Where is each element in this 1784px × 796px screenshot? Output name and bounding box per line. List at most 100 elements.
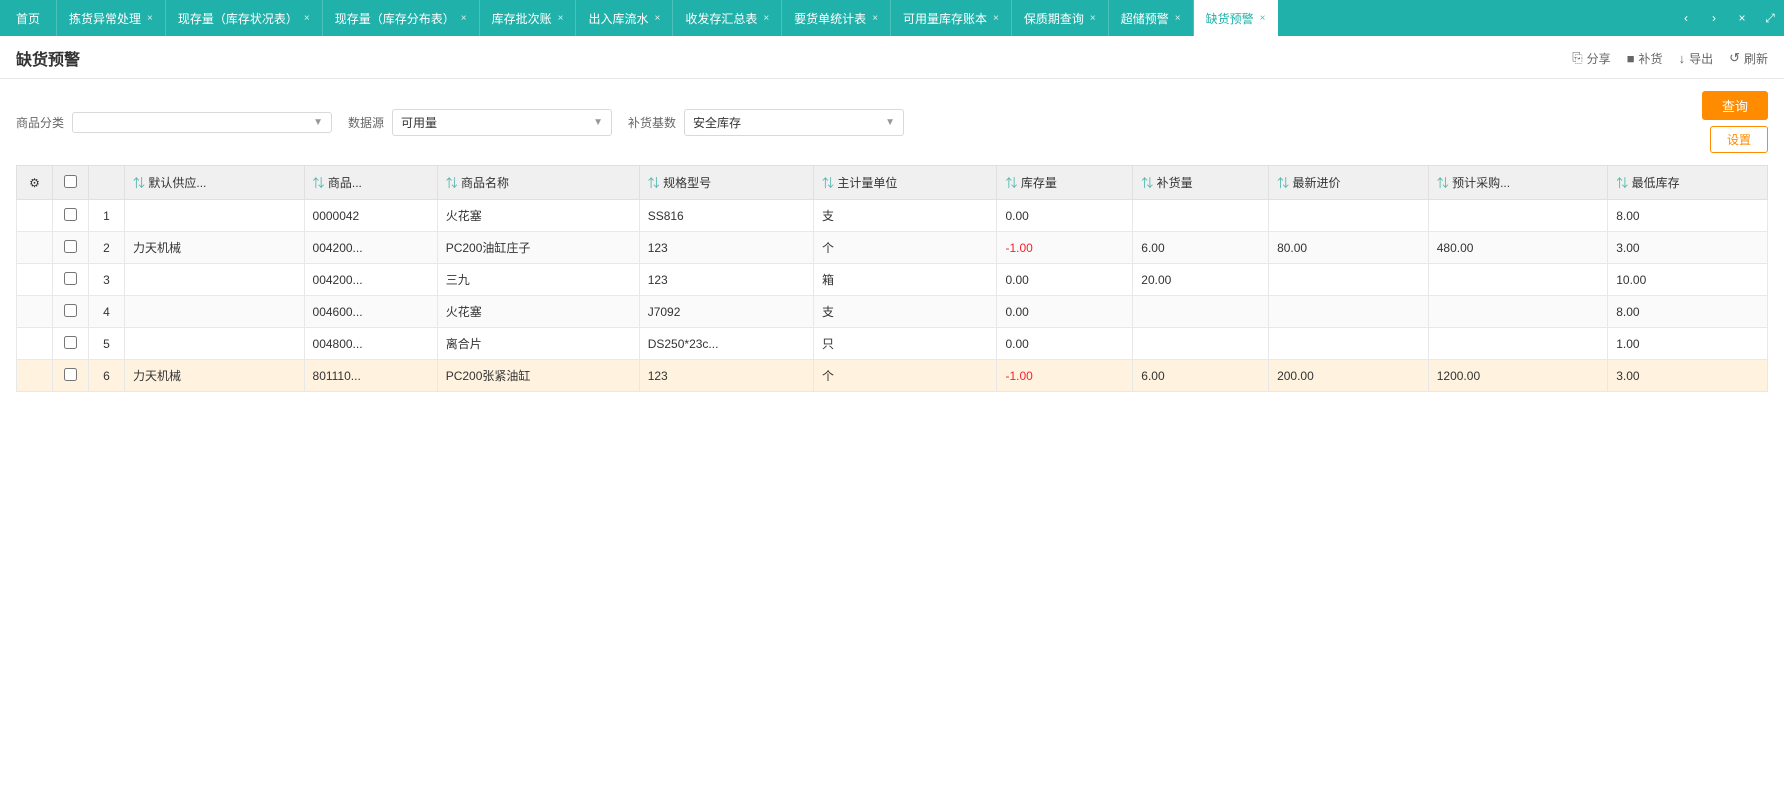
row-checkbox-2[interactable] (53, 264, 89, 296)
row-latest-price-5: 200.00 (1269, 360, 1429, 392)
row-checkbox-input-0[interactable] (64, 208, 77, 221)
col-product-code[interactable]: ⇅ 商品... (304, 166, 437, 200)
tab-home[interactable]: 首页 (0, 0, 57, 36)
row-unit-1: 个 (813, 232, 997, 264)
row-checkbox-input-1[interactable] (64, 240, 77, 253)
row-checkbox-0[interactable] (53, 200, 89, 232)
tab-inventory-dist[interactable]: 现存量（库存分布表） × (323, 0, 480, 36)
row-stock-2: 0.00 (997, 264, 1133, 296)
row-checkbox-1[interactable] (53, 232, 89, 264)
settings-button[interactable]: 设置 (1710, 126, 1768, 153)
select-all-checkbox[interactable] (64, 175, 77, 188)
row-supplier-3 (125, 296, 305, 328)
row-checkbox-input-3[interactable] (64, 304, 77, 317)
tab-inventory-status[interactable]: 现存量（库存状况表） × (166, 0, 323, 36)
row-checkbox-input-4[interactable] (64, 336, 77, 349)
category-select[interactable]: ▼ (72, 112, 332, 133)
row-num-5: 6 (89, 360, 125, 392)
col-stock[interactable]: ⇅ 库存量 (997, 166, 1133, 200)
col-replenish[interactable]: ⇅ 补货量 (1133, 166, 1269, 200)
row-unit-0: 支 (813, 200, 997, 232)
col-supplier[interactable]: ⇅ 默认供应... (125, 166, 305, 200)
row-num-1: 2 (89, 232, 125, 264)
tab-in-out-flow[interactable]: 出入库流水 × (576, 0, 673, 36)
close-tab-inventory-status[interactable]: × (304, 13, 310, 24)
row-checkbox-3[interactable] (53, 296, 89, 328)
tab-available-ledger[interactable]: 可用量库存账本 × (891, 0, 1012, 36)
query-button[interactable]: 查询 (1702, 91, 1768, 120)
row-num-4: 5 (89, 328, 125, 360)
col-spec[interactable]: ⇅ 规格型号 (639, 166, 813, 200)
tab-stockout-warn[interactable]: 缺货预警 × (1194, 0, 1279, 36)
tab-abnormal[interactable]: 拣货异常处理 × (57, 0, 166, 36)
tab-expiry-query[interactable]: 保质期查询 × (1012, 0, 1109, 36)
close-tab-available-ledger[interactable]: × (993, 13, 999, 24)
tab-receive-summary[interactable]: 收发存汇总表 × (673, 0, 782, 36)
sort-icon: ⇅ (446, 176, 458, 190)
table-row: 3 004200... 三九 123 箱 0.00 20.00 10.00 (17, 264, 1768, 296)
col-settings[interactable]: ⚙ (17, 166, 53, 200)
close-tab-in-out-flow[interactable]: × (654, 13, 660, 24)
close-tab-abnormal[interactable]: × (147, 13, 153, 24)
tab-next-button[interactable]: › (1700, 0, 1728, 36)
main-table: ⚙ ⇅ 默认供应... ⇅ 商品... ⇅ (16, 165, 1768, 392)
replenish-base-select[interactable]: 安全库存 ▼ (684, 109, 904, 136)
row-product-name-4: 离合片 (437, 328, 639, 360)
col-product-name[interactable]: ⇅ 商品名称 (437, 166, 639, 200)
row-settings-4 (17, 328, 53, 360)
close-tab-inventory-dist[interactable]: × (461, 13, 467, 24)
row-product-name-2: 三九 (437, 264, 639, 296)
row-checkbox-input-2[interactable] (64, 272, 77, 285)
category-label: 商品分类 (16, 114, 64, 131)
row-checkbox-input-5[interactable] (64, 368, 77, 381)
filter-right-actions: 查询 设置 (1702, 91, 1768, 153)
row-est-purchase-4 (1428, 328, 1608, 360)
tab-batch-account[interactable]: 库存批次账 × (480, 0, 577, 36)
sort-icon: ⇅ (1141, 176, 1153, 190)
sort-icon: ⇅ (133, 176, 145, 190)
col-checkbox[interactable] (53, 166, 89, 200)
tab-overstock-warn[interactable]: 超储预警 × (1109, 0, 1194, 36)
close-tab-receive-summary[interactable]: × (763, 13, 769, 24)
row-est-purchase-1: 480.00 (1428, 232, 1608, 264)
col-est-purchase[interactable]: ⇅ 预计采购... (1428, 166, 1608, 200)
close-tab-batch-account[interactable]: × (558, 13, 564, 24)
row-latest-price-3 (1269, 296, 1429, 328)
table-row: 5 004800... 离合片 DS250*23c... 只 0.00 1.00 (17, 328, 1768, 360)
table-body: 1 0000042 火花塞 SS816 支 0.00 8.00 2 力天机械 0… (17, 200, 1768, 392)
row-unit-5: 个 (813, 360, 997, 392)
row-latest-price-2 (1269, 264, 1429, 296)
row-product-code-2: 004200... (304, 264, 437, 296)
row-checkbox-4[interactable] (53, 328, 89, 360)
replenish-button[interactable]: ■ 补货 (1627, 50, 1663, 67)
export-button[interactable]: ↓ 导出 (1679, 50, 1714, 67)
share-button[interactable]: ⎘ 分享 (1572, 50, 1610, 67)
row-stock-3: 0.00 (997, 296, 1133, 328)
row-stock-5: -1.00 (997, 360, 1133, 392)
sort-icon: ⇅ (1005, 176, 1017, 190)
row-stock-1: -1.00 (997, 232, 1133, 264)
row-unit-4: 只 (813, 328, 997, 360)
close-tab-order-stats[interactable]: × (872, 13, 878, 24)
tab-prev-button[interactable]: ‹ (1672, 0, 1700, 36)
row-checkbox-5[interactable] (53, 360, 89, 392)
row-spec-3: J7092 (639, 296, 813, 328)
row-replenish-3 (1133, 296, 1269, 328)
refresh-button[interactable]: ↺ 刷新 (1729, 50, 1768, 67)
tab-maximize-button[interactable]: ⤢ (1756, 0, 1784, 36)
row-settings-0 (17, 200, 53, 232)
row-est-purchase-5: 1200.00 (1428, 360, 1608, 392)
tab-close-all-button[interactable]: × (1728, 0, 1756, 36)
table-row: 1 0000042 火花塞 SS816 支 0.00 8.00 (17, 200, 1768, 232)
close-tab-overstock-warn[interactable]: × (1175, 13, 1181, 24)
col-unit[interactable]: ⇅ 主计量单位 (813, 166, 997, 200)
datasource-select[interactable]: 可用量 ▼ (392, 109, 612, 136)
col-min-stock[interactable]: ⇅ 最低库存 (1608, 166, 1768, 200)
row-product-code-0: 0000042 (304, 200, 437, 232)
close-tab-stockout-warn[interactable]: × (1260, 13, 1266, 24)
row-unit-2: 箱 (813, 264, 997, 296)
row-supplier-0 (125, 200, 305, 232)
close-tab-expiry-query[interactable]: × (1090, 13, 1096, 24)
tab-order-stats[interactable]: 要货单统计表 × (782, 0, 891, 36)
col-latest-price[interactable]: ⇅ 最新进价 (1269, 166, 1429, 200)
